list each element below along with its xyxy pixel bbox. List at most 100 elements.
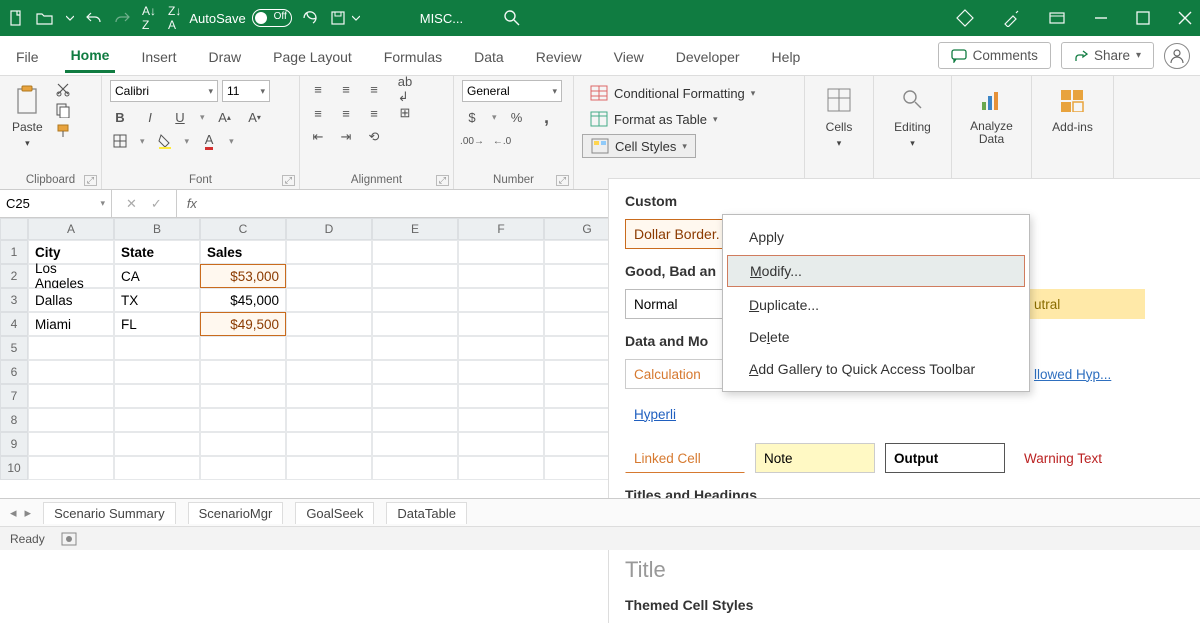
cell[interactable] xyxy=(372,264,458,288)
macro-record-icon[interactable] xyxy=(61,532,77,546)
context-apply[interactable]: Apply xyxy=(723,221,1029,253)
addins-button[interactable]: Add-ins xyxy=(1040,80,1105,138)
tab-file[interactable]: File xyxy=(10,40,45,72)
cell[interactable] xyxy=(372,240,458,264)
cell[interactable]: $53,000 xyxy=(200,264,286,288)
paste-button[interactable]: Paste ▾ xyxy=(8,80,47,153)
cell[interactable] xyxy=(372,288,458,312)
currency-icon[interactable]: $ xyxy=(462,108,482,126)
italic-icon[interactable]: I xyxy=(140,108,160,126)
caret-down-icon[interactable] xyxy=(352,14,360,22)
cell[interactable]: FL xyxy=(114,312,200,336)
cell[interactable]: $45,000 xyxy=(200,288,286,312)
tab-view[interactable]: View xyxy=(608,40,650,72)
cell[interactable] xyxy=(458,408,544,432)
cell[interactable] xyxy=(114,432,200,456)
cells-button[interactable]: Cells▾ xyxy=(813,80,865,153)
col-header[interactable]: B xyxy=(114,218,200,240)
cell[interactable] xyxy=(286,360,372,384)
cell[interactable] xyxy=(200,408,286,432)
refresh-icon[interactable] xyxy=(302,10,318,26)
cell[interactable] xyxy=(28,336,114,360)
fill-color-icon[interactable] xyxy=(155,132,175,150)
col-header[interactable]: D xyxy=(286,218,372,240)
tab-draw[interactable]: Draw xyxy=(202,40,247,72)
row-header[interactable]: 3 xyxy=(0,288,28,312)
tab-help[interactable]: Help xyxy=(766,40,807,72)
sheet-next-icon[interactable]: ▸ xyxy=(25,505,32,521)
ribbon-mode-icon[interactable] xyxy=(1048,9,1066,27)
align-mid-icon[interactable]: ≡ xyxy=(336,80,356,98)
row-header[interactable]: 4 xyxy=(0,312,28,336)
comments-button[interactable]: Comments xyxy=(938,42,1051,69)
user-icon[interactable] xyxy=(1164,43,1190,69)
cell[interactable] xyxy=(114,456,200,480)
cell[interactable] xyxy=(286,240,372,264)
cell[interactable] xyxy=(458,264,544,288)
cell[interactable] xyxy=(28,360,114,384)
context-duplicate[interactable]: Duplicate... xyxy=(723,289,1029,321)
format-as-table-button[interactable]: Format as Table▾ xyxy=(582,108,726,130)
cell[interactable] xyxy=(114,336,200,360)
style-title[interactable]: Title xyxy=(625,557,685,583)
col-header[interactable]: A xyxy=(28,218,114,240)
brush-icon[interactable] xyxy=(1002,9,1020,27)
cell[interactable] xyxy=(458,240,544,264)
row-header[interactable]: 1 xyxy=(0,240,28,264)
underline-icon[interactable]: U xyxy=(170,108,190,126)
new-file-icon[interactable] xyxy=(8,10,24,26)
cell[interactable] xyxy=(286,456,372,480)
redo-icon[interactable] xyxy=(114,10,130,26)
tab-home[interactable]: Home xyxy=(65,38,116,73)
merge-icon[interactable]: ⊞ xyxy=(392,104,418,122)
tab-review[interactable]: Review xyxy=(530,40,588,72)
context-modify[interactable]: Modify... xyxy=(727,255,1025,287)
sheet-tab[interactable]: GoalSeek xyxy=(295,502,374,524)
percent-icon[interactable]: % xyxy=(507,108,527,126)
enter-icon[interactable]: ✓ xyxy=(151,196,162,212)
row-header[interactable]: 5 xyxy=(0,336,28,360)
col-header[interactable]: F xyxy=(458,218,544,240)
cell[interactable] xyxy=(286,432,372,456)
font-size-combo[interactable]: 11▾ xyxy=(222,80,270,102)
tab-insert[interactable]: Insert xyxy=(135,40,182,72)
maximize-icon[interactable] xyxy=(1136,11,1150,25)
align-left-icon[interactable]: ≡ xyxy=(308,104,328,122)
cell[interactable]: Dallas xyxy=(28,288,114,312)
select-all-corner[interactable] xyxy=(0,218,28,240)
cell[interactable] xyxy=(200,456,286,480)
align-center-icon[interactable]: ≡ xyxy=(336,104,356,122)
cell[interactable]: TX xyxy=(114,288,200,312)
align-bot-icon[interactable]: ≡ xyxy=(364,80,384,98)
cell[interactable]: Sales xyxy=(200,240,286,264)
cell[interactable] xyxy=(458,384,544,408)
row-header[interactable]: 6 xyxy=(0,360,28,384)
cell[interactable]: Los Angeles xyxy=(28,264,114,288)
number-format-combo[interactable]: General▾ xyxy=(462,80,562,102)
cell[interactable] xyxy=(458,312,544,336)
bold-icon[interactable]: B xyxy=(110,108,130,126)
indent-dec-icon[interactable]: ⇤ xyxy=(308,128,328,146)
style-followed-hyperlink[interactable]: llowed Hyp... xyxy=(1025,359,1135,389)
orient-icon[interactable]: ⟲ xyxy=(364,128,384,146)
search-icon[interactable] xyxy=(503,9,521,27)
analyze-data-button[interactable]: Analyze Data xyxy=(960,80,1023,150)
number-launcher[interactable]: ⤢ xyxy=(556,175,569,186)
tab-formulas[interactable]: Formulas xyxy=(378,40,448,72)
inc-decimal-icon[interactable]: .00→ xyxy=(462,132,482,150)
style-neutral[interactable]: utral xyxy=(1025,289,1145,319)
align-top-icon[interactable]: ≡ xyxy=(308,80,328,98)
style-hyperlink[interactable]: Hyperli xyxy=(625,399,695,429)
tab-data[interactable]: Data xyxy=(468,40,510,72)
sheet-tab[interactable]: ScenarioMgr xyxy=(188,502,284,524)
save-icon[interactable] xyxy=(330,10,346,26)
open-icon[interactable] xyxy=(36,10,54,26)
cell[interactable] xyxy=(458,360,544,384)
cell[interactable] xyxy=(372,336,458,360)
tab-developer[interactable]: Developer xyxy=(670,40,746,72)
cell[interactable] xyxy=(286,384,372,408)
cell[interactable] xyxy=(200,384,286,408)
cell[interactable] xyxy=(286,336,372,360)
cell[interactable] xyxy=(28,408,114,432)
row-header[interactable]: 9 xyxy=(0,432,28,456)
